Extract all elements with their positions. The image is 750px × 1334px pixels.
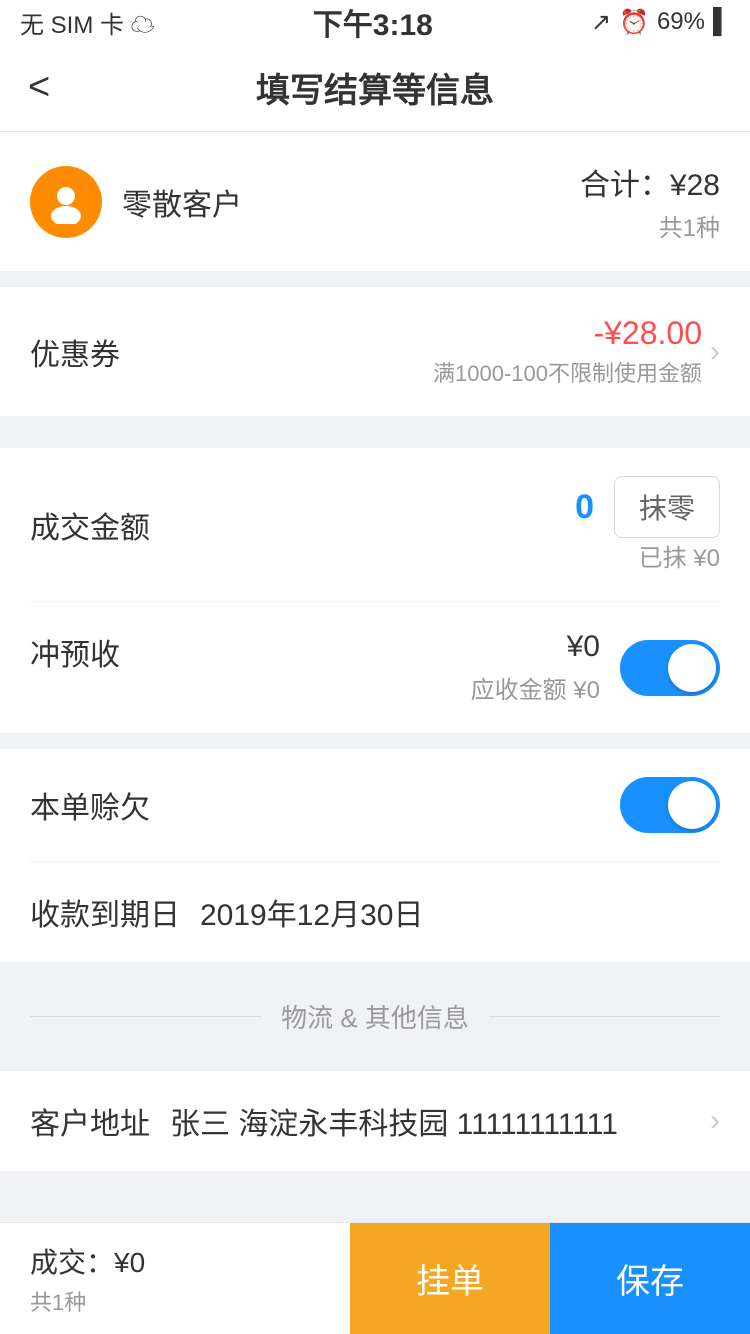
debt-section: 本单赊欠 收款到期日 2019年12月30日 (0, 749, 750, 962)
coupon-amount-block: -¥28.00 满1000-100不限制使用金额 (433, 315, 702, 388)
header-line-right (489, 1016, 720, 1017)
status-bar: 无 SIM 卡 ☁ 下午3:18 ↗ ⏰ 69% ▌ (0, 0, 750, 44)
avatar-icon (44, 180, 88, 224)
logistics-header-text: 物流 & 其他信息 (281, 998, 469, 1035)
hold-order-button[interactable]: 挂单 (350, 1223, 550, 1334)
main-content: 零散客户 合计：¥28 共1种 优惠券 -¥28.00 满1000-100不限制… (0, 132, 750, 1291)
total-amount: 合计：¥28 (580, 160, 720, 204)
customer-section: 零散客户 合计：¥28 共1种 (0, 132, 750, 271)
page-title: 填写结算等信息 (256, 63, 494, 112)
logistics-header: 物流 & 其他信息 (0, 978, 750, 1055)
address-value: 张三 海淀永丰科技园 11111111111 (170, 1099, 690, 1143)
prepayment-right: ¥0 应收金额 ¥0 (471, 630, 600, 705)
address-chevron-icon: › (710, 1104, 720, 1138)
debt-toggle[interactable] (620, 777, 720, 833)
section-gap-2 (0, 733, 750, 749)
bottom-summary: 成交：¥0 共1种 (0, 1241, 350, 1317)
debt-toggle-knob (668, 781, 716, 829)
chevron-right-icon: › (710, 335, 720, 369)
customer-summary: 合计：¥28 共1种 (580, 160, 720, 243)
coupon-right: -¥28.00 满1000-100不限制使用金额 › (433, 315, 720, 388)
section-gap-1 (0, 432, 750, 448)
due-date-row: 收款到期日 2019年12月30日 (0, 862, 750, 962)
round-zero-button[interactable]: 抹零 (614, 476, 720, 538)
coupon-description: 满1000-100不限制使用金额 (433, 356, 702, 388)
bottom-deal: 成交：¥0 (30, 1241, 320, 1281)
customer-row: 零散客户 合计：¥28 共1种 (0, 132, 750, 271)
status-time: 下午3:18 (313, 0, 433, 44)
prepayment-amount: ¥0 (471, 630, 600, 664)
toggle-knob (668, 644, 716, 692)
location-icon: ↗ (591, 8, 611, 37)
section-gap-4 (0, 1055, 750, 1071)
bottom-deal-amount: ¥0 (114, 1247, 145, 1278)
receivable-label: 应收金额 ¥0 (471, 670, 600, 705)
prepayment-label: 冲预收 (30, 630, 120, 674)
battery-icon: ▌ (713, 8, 730, 36)
back-button[interactable]: < (28, 66, 50, 109)
prepayment-toggle[interactable] (620, 640, 720, 696)
debt-row: 本单赊欠 (0, 749, 750, 861)
due-date-label: 收款到期日 (30, 890, 180, 934)
nav-bar: < 填写结算等信息 (0, 44, 750, 132)
deal-amount-right: 0 抹零 (534, 476, 720, 538)
bottom-deal-label: 成交： (30, 1247, 114, 1278)
save-button[interactable]: 保存 (550, 1223, 750, 1334)
customer-name: 零散客户 (122, 180, 242, 224)
deal-amount-value[interactable]: 0 (534, 488, 594, 527)
total-count: 共1种 (580, 208, 720, 243)
header-line-left (30, 1016, 261, 1017)
battery-label: 69% (657, 8, 705, 36)
coupon-label: 优惠券 (30, 330, 120, 374)
prepayment-row: 冲预收 ¥0 应收金额 ¥0 (0, 602, 750, 733)
deal-amount-row: 成交金额 0 抹零 已抹 ¥0 (0, 448, 750, 601)
address-row[interactable]: 客户地址 张三 海淀永丰科技园 11111111111 › (0, 1071, 750, 1171)
form-section-1: 成交金额 0 抹零 已抹 ¥0 冲预收 ¥0 应收金额 ¥0 (0, 448, 750, 733)
sim-status: 无 SIM 卡 ☁ (20, 5, 155, 40)
address-label: 客户地址 (30, 1099, 150, 1143)
coupon-row[interactable]: 优惠券 -¥28.00 满1000-100不限制使用金额 › (0, 287, 750, 416)
status-left: 无 SIM 卡 ☁ (20, 5, 155, 40)
customer-avatar (30, 166, 102, 238)
ya-stripped-label: 已抹 ¥0 (639, 538, 720, 573)
alarm-icon: ⏰ (619, 8, 649, 37)
coupon-section[interactable]: 优惠券 -¥28.00 满1000-100不限制使用金额 › (0, 287, 750, 416)
due-date-value: 2019年12月30日 (200, 890, 423, 934)
section-gap-3 (0, 962, 750, 978)
bottom-bar: 成交：¥0 共1种 挂单 保存 (0, 1222, 750, 1334)
coupon-discount: -¥28.00 (433, 315, 702, 352)
customer-left: 零散客户 (30, 166, 242, 238)
deal-amount-label: 成交金额 (30, 503, 150, 547)
bottom-count: 共1种 (30, 1285, 320, 1317)
status-right: ↗ ⏰ 69% ▌ (591, 8, 730, 37)
debt-label: 本单赊欠 (30, 783, 150, 827)
